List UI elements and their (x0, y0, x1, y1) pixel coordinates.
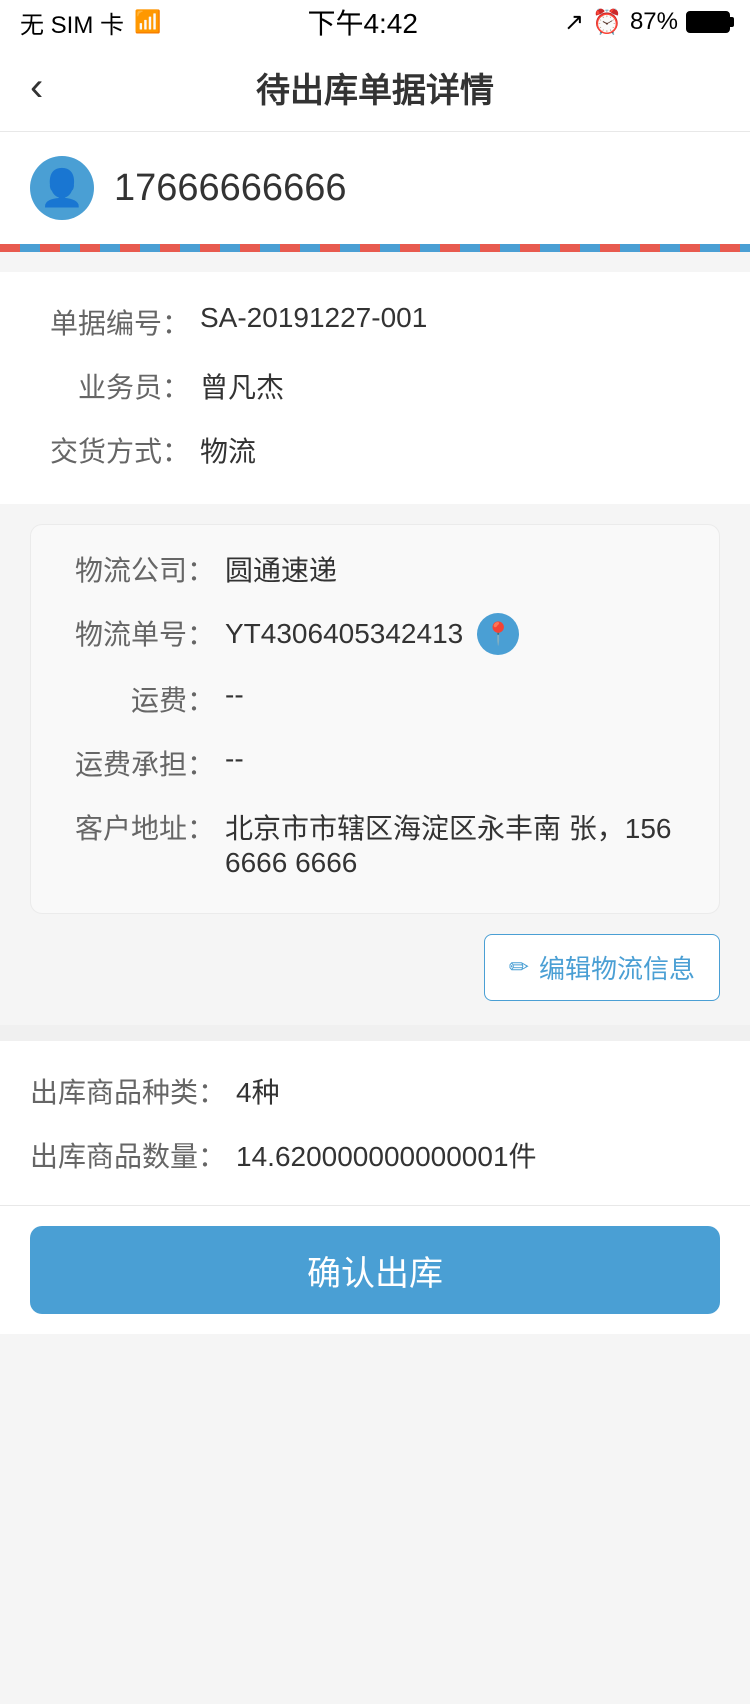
logistics-address-value: 北京市市辖区海淀区永丰南 张，156 6666 6666 (215, 807, 695, 879)
page-title: 待出库单据详情 (256, 63, 494, 112)
dashed-divider (0, 244, 750, 252)
user-phone: 17666666666 (114, 167, 346, 210)
salesperson-value: 曾凡杰 (190, 366, 720, 406)
goods-type-row: 出库商品种类： 4种 (30, 1071, 720, 1111)
logistics-tracking-row: 物流单号： YT4306405342413 📍 (55, 613, 695, 655)
logistics-address-row: 客户地址： 北京市市辖区海淀区永丰南 张，156 6666 6666 (55, 807, 695, 879)
confirm-btn-area: 确认出库 (0, 1205, 750, 1334)
alarm-icon: ⏰ (592, 8, 622, 37)
goods-section: 出库商品种类： 4种 出库商品数量： 14.620000000000001件 (0, 1041, 750, 1209)
doc-no-value: SA-20191227-001 (190, 302, 720, 334)
logistics-freight-value: -- (215, 679, 695, 711)
tracking-number: YT4306405342413 (225, 618, 463, 650)
logistics-freight-bearer-value: -- (215, 743, 695, 775)
goods-quantity-value: 14.620000000000001件 (226, 1135, 720, 1175)
goods-quantity-row: 出库商品数量： 14.620000000000001件 (30, 1135, 720, 1175)
status-left: 无 SIM 卡 📶 (20, 5, 161, 40)
delivery-label: 交货方式： (30, 430, 190, 470)
goods-type-label: 出库商品种类： (30, 1071, 226, 1111)
confirm-btn-label: 确认出库 (307, 1246, 443, 1295)
logistics-card: 物流公司： 圆通速递 物流单号： YT4306405342413 📍 运费： -… (30, 524, 720, 914)
status-right: ↗ ⏰ 87% (564, 8, 730, 37)
logistics-freight-bearer-label: 运费承担： (55, 743, 215, 783)
status-time: 下午4:42 (307, 2, 418, 42)
doc-no-row: 单据编号： SA-20191227-001 (30, 302, 720, 342)
edit-btn-row: ✏ 编辑物流信息 (0, 934, 750, 1025)
avatar-icon: 👤 (40, 167, 85, 209)
logistics-company-value: 圆通速递 (215, 549, 695, 589)
location-icon[interactable]: 📍 (477, 613, 519, 655)
logistics-tracking-value: YT4306405342413 📍 (215, 613, 695, 655)
logistics-freight-bearer-row: 运费承担： -- (55, 743, 695, 783)
edit-logistics-button[interactable]: ✏ 编辑物流信息 (484, 934, 720, 1001)
carrier-text: 无 SIM 卡 (20, 5, 124, 40)
edit-btn-label: 编辑物流信息 (539, 949, 695, 986)
status-bar: 无 SIM 卡 📶 下午4:42 ↗ ⏰ 87% (0, 0, 750, 44)
delivery-row: 交货方式： 物流 (30, 430, 720, 470)
logistics-freight-row: 运费： -- (55, 679, 695, 719)
avatar: 👤 (30, 156, 94, 220)
edit-icon: ✏ (509, 953, 529, 982)
logistics-freight-label: 运费： (55, 679, 215, 719)
battery-percent: 87% (630, 8, 678, 36)
battery-icon (686, 11, 730, 33)
wifi-icon: 📶 (134, 9, 161, 35)
logistics-tracking-label: 物流单号： (55, 613, 215, 653)
goods-type-value: 4种 (226, 1071, 720, 1111)
back-button[interactable]: ‹ (30, 65, 43, 110)
document-info-section: 单据编号： SA-20191227-001 业务员： 曾凡杰 交货方式： 物流 (0, 272, 750, 504)
logistics-company-label: 物流公司： (55, 549, 215, 589)
user-header: 👤 17666666666 (0, 132, 750, 244)
salesperson-row: 业务员： 曾凡杰 (30, 366, 720, 406)
bottom-spacer (0, 1316, 750, 1576)
nav-bar: ‹ 待出库单据详情 (0, 44, 750, 132)
goods-quantity-label: 出库商品数量： (30, 1135, 226, 1175)
delivery-value: 物流 (190, 430, 720, 470)
logistics-company-row: 物流公司： 圆通速递 (55, 549, 695, 589)
logistics-address-label: 客户地址： (55, 807, 215, 847)
confirm-outbound-button[interactable]: 确认出库 (30, 1226, 720, 1314)
salesperson-label: 业务员： (30, 366, 190, 406)
section-separator (0, 1025, 750, 1041)
doc-no-label: 单据编号： (30, 302, 190, 342)
location-icon: ↗ (564, 8, 584, 37)
